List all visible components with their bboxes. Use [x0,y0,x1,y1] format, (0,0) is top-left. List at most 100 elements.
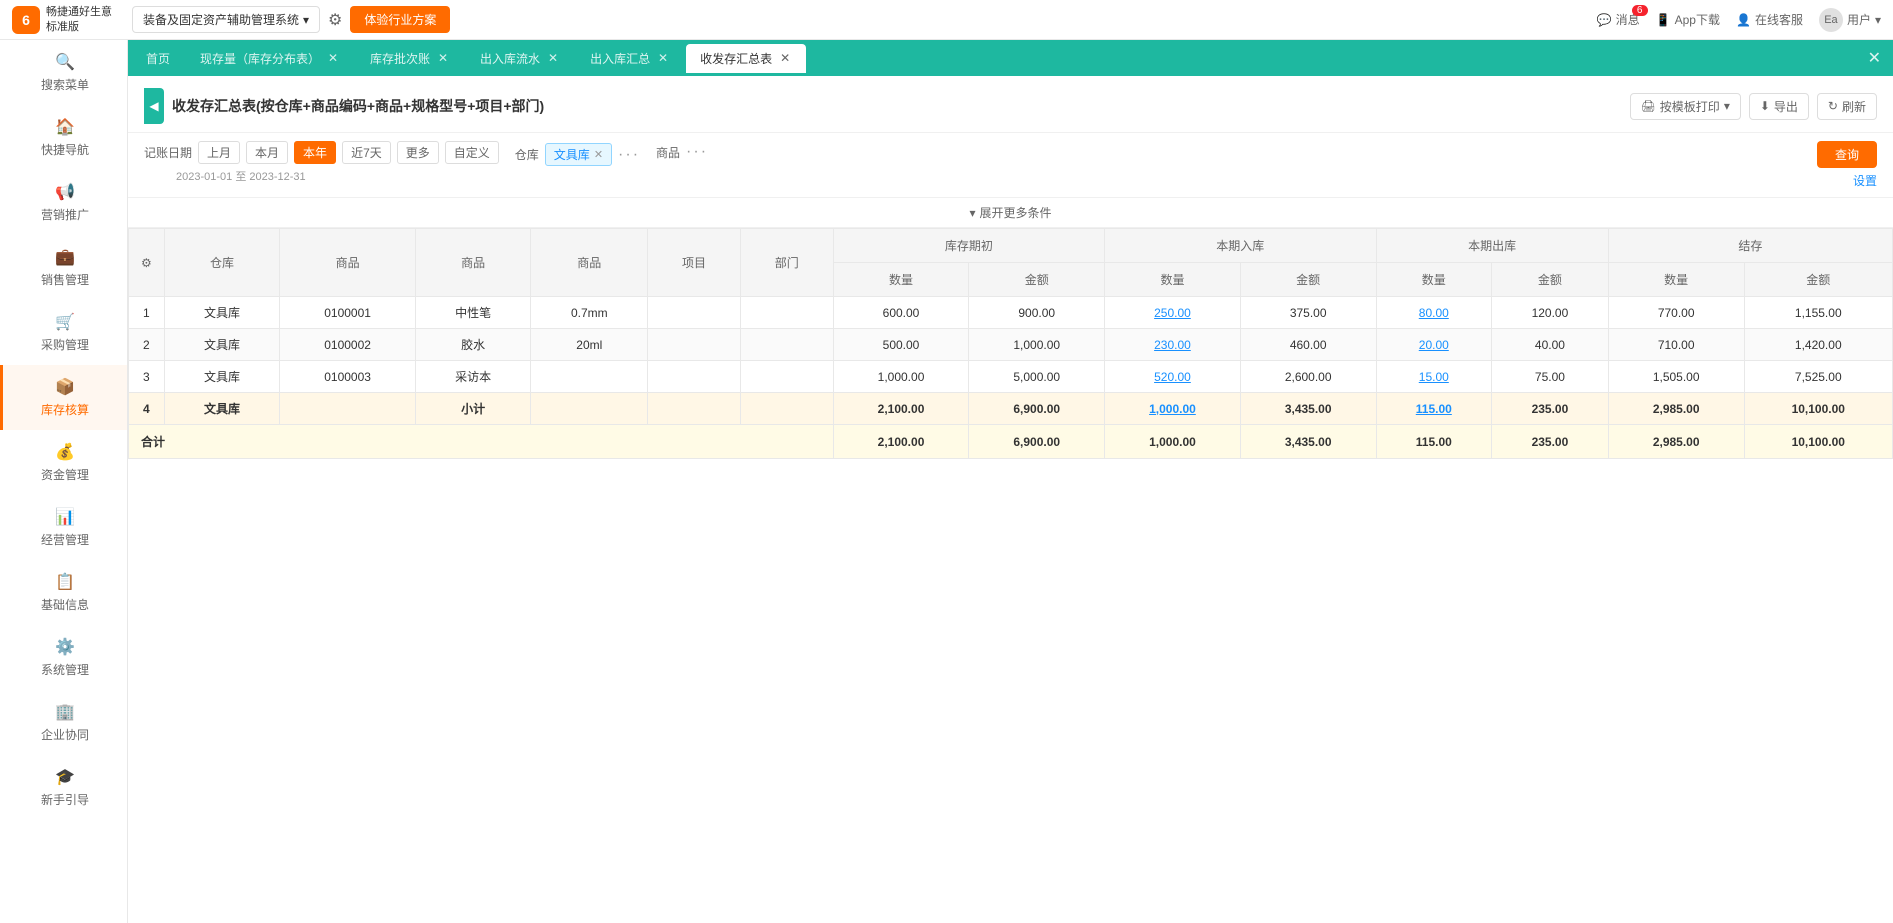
date-btn-last-month[interactable]: 上月 [198,141,240,164]
date-btn-more[interactable]: 更多 [397,141,439,164]
cell-spec [531,393,648,425]
tab-bar-close[interactable]: ✕ [1860,48,1889,68]
sidebar-item-newbie[interactable]: 🎓 新手引导 [0,755,127,820]
sidebar-item-purchase[interactable]: 🛒 采购管理 [0,300,127,365]
table-row: 2文具库0100002胶水20ml500.001,000.00230.00460… [129,329,1893,361]
sidebar-item-sales[interactable]: 💼 销售管理 [0,235,127,300]
cell-in-amt: 3,435.00 [1240,393,1376,425]
sidebar-item-finance[interactable]: 💰 资金管理 [0,430,127,495]
refresh-btn[interactable]: ↻ 刷新 [1817,93,1877,120]
date-btn-this-month[interactable]: 本月 [246,141,288,164]
tab-batch[interactable]: 库存批次账 ✕ [356,44,464,73]
footer-in-qty: 1,000.00 [1105,425,1241,459]
user-menu[interactable]: Ea 用户 ▾ [1819,8,1881,32]
th-spec: 商品 [531,229,648,297]
cell-in-qty[interactable]: 250.00 [1105,297,1241,329]
th-closing: 结存 [1608,229,1892,263]
filter-bar: 记账日期 上月 本月 本年 近7天 更多 自定义 2023-01-01 至 20… [128,133,1893,198]
table-container: ⚙ 仓库 商品 商品 商品 项目 部门 库存期初 本期入库 本期出库 结存 [128,228,1893,923]
footer-label: 合计 [129,425,834,459]
footer-closing-qty: 2,985.00 [1608,425,1744,459]
tab-close-inventory-dist[interactable]: ✕ [326,51,340,65]
tab-close-receive-summary[interactable]: ✕ [778,51,792,65]
app-download-btn[interactable]: 📱 App下载 [1656,11,1720,28]
cell-opening-amt: 1,000.00 [969,329,1105,361]
cell-spec: 20ml [531,329,648,361]
user-dropdown-icon: ▾ [1875,13,1881,27]
cell-no: 1 [129,297,165,329]
system-icon: ⚙️ [55,637,75,657]
sidebar-item-marketing[interactable]: 📢 营销推广 [0,170,127,235]
cell-out-qty[interactable]: 80.00 [1376,297,1492,329]
th-code: 商品 [280,229,416,297]
print-btn[interactable]: 🖨 按模板打印 ▾ [1630,93,1741,120]
service-icon: 👤 [1736,13,1751,27]
sidebar-item-quick-nav[interactable]: 🏠 快捷导航 [0,105,127,170]
sidebar-item-basic[interactable]: 📋 基础信息 [0,560,127,625]
cell-in-qty[interactable]: 1,000.00 [1105,393,1241,425]
query-btn[interactable]: 查询 [1817,141,1877,168]
message-btn[interactable]: 💬 消息 6 [1597,11,1640,28]
warehouse-more-btn[interactable]: ··· [618,146,640,164]
goods-more-btn[interactable]: ··· [686,143,708,161]
cell-warehouse: 文具库 [164,297,279,329]
basic-icon: 📋 [55,572,75,592]
date-btn-this-year[interactable]: 本年 [294,141,336,164]
cell-opening-qty: 2,100.00 [833,393,969,425]
cell-project [648,329,741,361]
cell-closing-amt: 7,525.00 [1744,361,1892,393]
expand-bar: ▾ 展开更多条件 [128,198,1893,228]
cell-spec: 0.7mm [531,297,648,329]
query-section: 查询 设置 [1817,141,1877,189]
cell-code: 0100002 [280,329,416,361]
cell-in-qty[interactable]: 520.00 [1105,361,1241,393]
cell-out-qty[interactable]: 115.00 [1376,393,1492,425]
cell-spec [531,361,648,393]
tab-close-flow[interactable]: ✕ [546,51,560,65]
cell-in-qty[interactable]: 230.00 [1105,329,1241,361]
tab-close-batch[interactable]: ✕ [436,51,450,65]
warehouse-filter: 仓库 文具库 ✕ ··· [515,141,640,166]
expand-down-icon: ▾ [969,206,975,220]
sidebar-item-system[interactable]: ⚙️ 系统管理 [0,625,127,690]
sales-icon: 💼 [55,247,75,267]
settings-icon[interactable]: ⚙ [328,10,342,30]
tab-home[interactable]: 首页 [132,44,184,73]
cell-opening-amt: 5,000.00 [969,361,1105,393]
footer-closing-amt: 10,100.00 [1744,425,1892,459]
date-btn-custom[interactable]: 自定义 [445,141,499,164]
th-settings[interactable]: ⚙ [129,229,165,297]
tab-summary[interactable]: 出入库汇总 ✕ [576,44,684,73]
content-area: 首页 现存量（库存分布表） ✕ 库存批次账 ✕ 出入库流水 ✕ 出入库汇总 ✕ … [128,40,1893,923]
sidebar-item-inventory[interactable]: 📦 库存核算 [0,365,127,430]
warehouse-tag-close[interactable]: ✕ [594,148,603,161]
try-btn[interactable]: 体验行业方案 [350,6,450,33]
settings-link[interactable]: 设置 [1853,172,1877,189]
cell-name: 采访本 [415,361,530,393]
th-warehouse: 仓库 [164,229,279,297]
tab-receive-summary[interactable]: 收发存汇总表 ✕ [686,44,806,73]
top-bar-left: 6 畅捷通好生意 标准版 装备及固定资产辅助管理系统 ▾ ⚙ 体验行业方案 [12,5,450,34]
tab-flow[interactable]: 出入库流水 ✕ [466,44,574,73]
sidebar-item-search[interactable]: 🔍 搜索菜单 [0,40,127,105]
main-layout: 🔍 搜索菜单 🏠 快捷导航 📢 营销推广 💼 销售管理 🛒 采购管理 📦 库存核… [0,40,1893,923]
corp-icon: 🏢 [55,702,75,722]
newbie-icon: 🎓 [55,767,75,787]
cell-out-qty[interactable]: 20.00 [1376,329,1492,361]
sidebar-item-operation[interactable]: 📊 经营管理 [0,495,127,560]
expand-more-btn[interactable]: ▾ 展开更多条件 [969,204,1051,221]
warehouse-tag[interactable]: 文具库 ✕ [545,143,612,166]
cell-out-qty[interactable]: 15.00 [1376,361,1492,393]
system-name-selector[interactable]: 装备及固定资产辅助管理系统 ▾ [132,6,320,33]
cell-closing-amt: 10,100.00 [1744,393,1892,425]
tab-close-summary[interactable]: ✕ [656,51,670,65]
footer-out-amt: 235.00 [1492,425,1609,459]
cell-dept [740,297,833,329]
date-btn-7days[interactable]: 近7天 [342,141,391,164]
sidebar-item-corp[interactable]: 🏢 企业协同 [0,690,127,755]
online-service-btn[interactable]: 👤 在线客服 [1736,11,1803,28]
sidebar-toggle[interactable]: ◀ [144,88,164,124]
tab-inventory-dist[interactable]: 现存量（库存分布表） ✕ [186,44,354,73]
cell-opening-amt: 6,900.00 [969,393,1105,425]
export-btn[interactable]: ⬇ 导出 [1749,93,1809,120]
